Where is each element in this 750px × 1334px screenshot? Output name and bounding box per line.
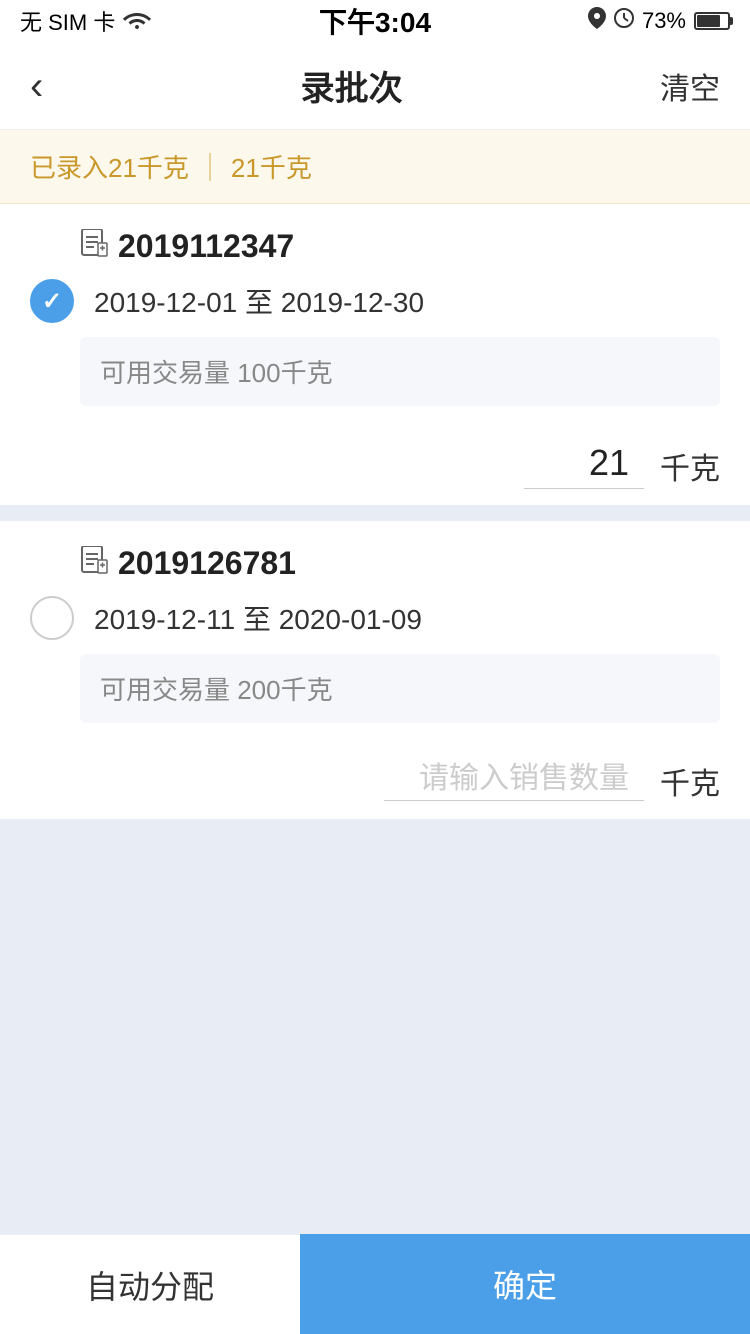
confirm-button[interactable]: 确定 [300, 1234, 750, 1334]
batch-2-doc-icon [80, 546, 108, 581]
batch-2-amount-underline [384, 762, 644, 801]
batch-2-date: 2019-12-11 至 2020-01-09 [94, 598, 422, 638]
clock-icon [614, 8, 634, 34]
batch-2-id: 2019126781 [118, 545, 296, 582]
status-left: 无 SIM 卡 [20, 5, 151, 37]
bottom-bar: 自动分配 确定 [0, 1234, 750, 1334]
batch-1-availability: 可用交易量 100千克 [80, 337, 720, 406]
batch-1-date-row[interactable]: 2019-12-01 至 2019-12-30 [0, 265, 750, 337]
batch-2-unit: 千克 [660, 759, 720, 803]
recorded-amount-label: 已录入21千克 [30, 148, 189, 185]
status-time: 下午3:04 [319, 1, 431, 41]
info-banner: 已录入21千克 21千克 [0, 130, 750, 204]
banner-divider [209, 153, 211, 181]
batch-1-amount-underline [524, 442, 644, 489]
nav-bar: ‹ 录批次 清空 [0, 42, 750, 130]
batch-2-radio[interactable] [30, 596, 74, 640]
batch-1-amount-row: 千克 [0, 426, 750, 505]
back-button[interactable]: ‹ [30, 66, 43, 106]
batch-1-id: 2019112347 [118, 228, 294, 265]
batch-2-header: 2019126781 [0, 521, 750, 582]
batch-1-date: 2019-12-01 至 2019-12-30 [94, 281, 424, 321]
wifi-icon [123, 7, 151, 35]
location-icon [588, 7, 606, 35]
section-divider-1 [0, 505, 750, 521]
batch-1-doc-icon [80, 229, 108, 264]
batch-2-availability: 可用交易量 200千克 [80, 654, 720, 723]
batch-item-1: 2019112347 2019-12-01 至 2019-12-30 可用交易量… [0, 204, 750, 505]
recorded-amount-value: 21千克 [231, 148, 312, 185]
status-right: 73% [588, 7, 730, 35]
batch-item-2: 2019126781 2019-12-11 至 2020-01-09 可用交易量… [0, 521, 750, 819]
batch-2-date-row[interactable]: 2019-12-11 至 2020-01-09 [0, 582, 750, 654]
no-sim-text: 无 SIM 卡 [20, 5, 115, 37]
page-title: 录批次 [301, 61, 403, 110]
battery-percent: 73% [642, 8, 686, 34]
battery-icon [694, 12, 730, 30]
batch-1-header: 2019112347 [0, 204, 750, 265]
batch-2-amount-row: 千克 [0, 743, 750, 819]
batch-1-unit: 千克 [660, 444, 720, 488]
auto-distribute-button[interactable]: 自动分配 [0, 1234, 300, 1334]
batch-1-amount-input[interactable] [524, 442, 644, 484]
batch-2-amount-input[interactable] [384, 762, 644, 796]
status-bar: 无 SIM 卡 下午3:04 73% [0, 0, 750, 42]
clear-button[interactable]: 清空 [660, 64, 720, 108]
batch-1-radio[interactable] [30, 279, 74, 323]
empty-area [0, 819, 750, 1289]
